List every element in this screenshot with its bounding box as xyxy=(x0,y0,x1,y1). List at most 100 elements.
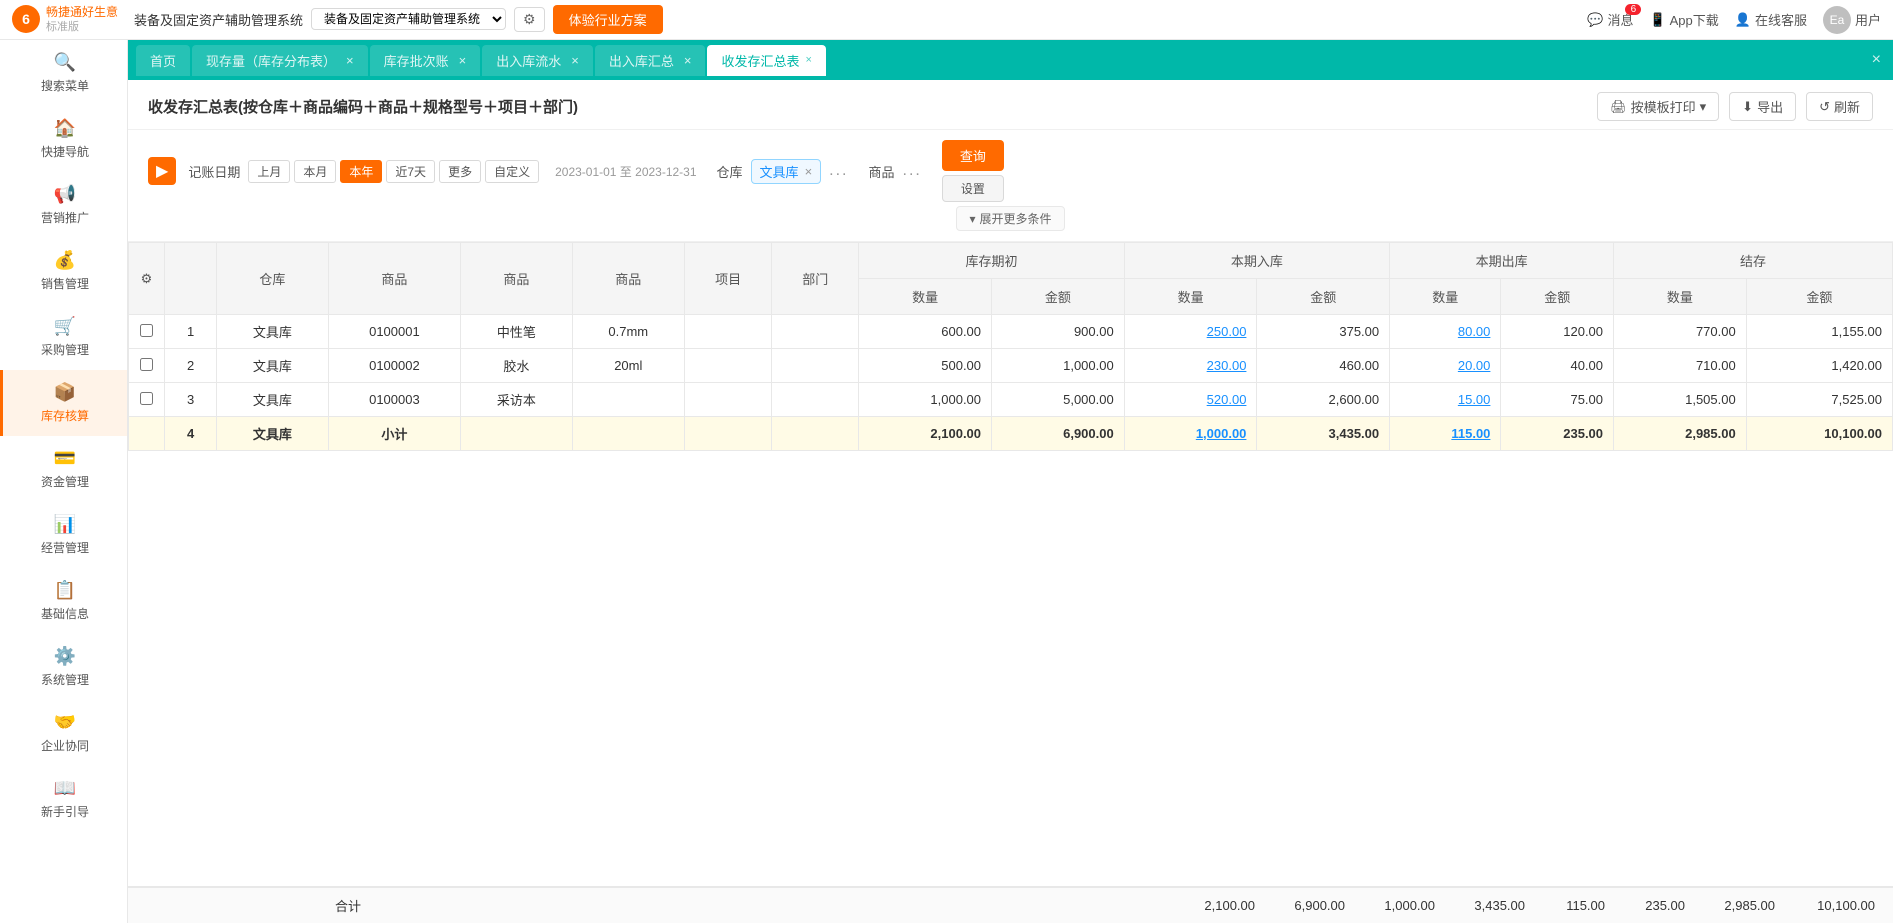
row1-in-qty[interactable]: 250.00 xyxy=(1124,315,1257,349)
app-download-item[interactable]: 📱 App下载 xyxy=(1649,10,1718,29)
row1-out-amt: 120.00 xyxy=(1501,315,1614,349)
tab-inout-flow-close[interactable]: × xyxy=(571,53,579,68)
row3-out-qty[interactable]: 15.00 xyxy=(1390,383,1501,417)
sidebar-item-enterprise[interactable]: 🤝 企业协同 xyxy=(0,700,127,766)
col-settings-header[interactable]: ⚙ xyxy=(129,243,165,315)
print-button[interactable]: 🖨 按模板打印 ▾ xyxy=(1597,92,1719,121)
row2-check[interactable] xyxy=(140,358,153,371)
footer-content: 合计 2,100.00 6,900.00 1,000.00 3,435.00 1… xyxy=(138,896,1883,915)
tab-batch-ledger[interactable]: 库存批次账 × xyxy=(370,45,481,76)
row2-out-amt: 40.00 xyxy=(1501,349,1614,383)
footer-out-qty: 115.00 xyxy=(1533,898,1613,913)
user-item[interactable]: Ea 用户 xyxy=(1823,6,1881,34)
warehouse-tag-text: 文具库 xyxy=(760,162,799,181)
row1-in-qty-link[interactable]: 250.00 xyxy=(1207,324,1247,339)
warehouse-dots[interactable]: ... xyxy=(829,162,848,180)
sidebar-item-guide[interactable]: 📖 新手引导 xyxy=(0,766,127,832)
subtotal-empty2 xyxy=(572,417,685,451)
row1-out-qty[interactable]: 80.00 xyxy=(1390,315,1501,349)
tab-stock-summary[interactable]: 收发存汇总表 × xyxy=(707,45,825,76)
row2-checkbox[interactable] xyxy=(129,349,165,383)
date-btn-custom[interactable]: 自定义 xyxy=(485,160,539,183)
expand-button[interactable]: ▾ 展开更多条件 xyxy=(956,206,1064,231)
product-dots[interactable]: ... xyxy=(903,162,922,180)
row2-code: 0100002 xyxy=(328,349,461,383)
window-close-btn[interactable]: × xyxy=(1868,47,1885,73)
row2-in-qty[interactable]: 230.00 xyxy=(1124,349,1257,383)
col-settings-icon[interactable]: ⚙ xyxy=(141,271,153,286)
row1-out-qty-link[interactable]: 80.00 xyxy=(1458,324,1491,339)
date-btn-this-month[interactable]: 本月 xyxy=(294,160,336,183)
date-btn-this-year[interactable]: 本年 xyxy=(340,160,382,183)
subtotal-in-qty-link[interactable]: 1,000.00 xyxy=(1196,426,1247,441)
export-button[interactable]: ⬇ 导出 xyxy=(1729,92,1796,121)
sidebar-item-purchase[interactable]: 🛒 采购管理 xyxy=(0,304,127,370)
search-icon: 🔍 xyxy=(54,52,76,73)
row2-in-qty-link[interactable]: 230.00 xyxy=(1207,358,1247,373)
tab-inout-summary-close[interactable]: × xyxy=(684,53,692,68)
gear-button[interactable]: ⚙ xyxy=(514,7,545,32)
warehouse-tag[interactable]: 文具库 × xyxy=(751,159,822,184)
row3-bal-qty: 1,505.00 xyxy=(1614,383,1747,417)
logo-area: 6 畅捷通好生意 标准版 xyxy=(12,5,118,35)
row2-out-qty-link[interactable]: 20.00 xyxy=(1458,358,1491,373)
export-label: 导出 xyxy=(1757,97,1783,116)
date-btn-last-month[interactable]: 上月 xyxy=(248,160,290,183)
sidebar: 🔍 搜索菜单 🏠 快捷导航 📢 营销推广 💰 销售管理 🛒 采购管理 📦 xyxy=(0,40,128,923)
query-button[interactable]: 查询 xyxy=(942,140,1004,171)
tab-inventory-dist-close[interactable]: × xyxy=(346,53,354,68)
sidebar-item-quick-nav[interactable]: 🏠 快捷导航 xyxy=(0,106,127,172)
row1-bal-qty: 770.00 xyxy=(1614,315,1747,349)
row3-in-qty[interactable]: 520.00 xyxy=(1124,383,1257,417)
date-btn-more[interactable]: 更多 xyxy=(439,160,481,183)
row3-in-qty-link[interactable]: 520.00 xyxy=(1207,392,1247,407)
filter-collapse-btn[interactable]: ▶ xyxy=(148,157,176,185)
sidebar-item-inventory[interactable]: 📦 库存核算 xyxy=(0,370,127,436)
tab-home[interactable]: 首页 xyxy=(136,45,190,76)
subtotal-out-qty-link[interactable]: 115.00 xyxy=(1451,426,1490,441)
sales-icon: 💰 xyxy=(54,250,76,271)
date-btn-7days[interactable]: 近7天 xyxy=(386,160,435,183)
tab-stock-summary-close[interactable]: × xyxy=(805,54,811,66)
tab-inout-summary[interactable]: 出入库汇总 × xyxy=(595,45,706,76)
guide-icon: 📖 xyxy=(54,778,76,799)
page-title: 收发存汇总表(按仓库＋商品编码＋商品＋规格型号＋项目＋部门) xyxy=(148,96,578,117)
online-service-label: 在线客服 xyxy=(1755,10,1807,29)
sidebar-label-system: 系统管理 xyxy=(41,671,89,688)
subtotal-warehouse: 文具库 xyxy=(217,417,328,451)
main-layout: 🔍 搜索菜单 🏠 快捷导航 📢 营销推广 💰 销售管理 🛒 采购管理 📦 xyxy=(0,40,1893,923)
home-icon: 🏠 xyxy=(54,118,76,139)
row3-checkbox[interactable] xyxy=(129,383,165,417)
row1-checkbox[interactable] xyxy=(129,315,165,349)
warehouse-tag-close[interactable]: × xyxy=(805,164,813,179)
row2-out-qty[interactable]: 20.00 xyxy=(1390,349,1501,383)
row3-out-qty-link[interactable]: 15.00 xyxy=(1458,392,1491,407)
system-select[interactable]: 装备及固定资产辅助管理系统 xyxy=(311,8,506,30)
refresh-button[interactable]: ↺ 刷新 xyxy=(1806,92,1873,121)
tab-inout-flow[interactable]: 出入库流水 × xyxy=(482,45,593,76)
notification-badge: 6 xyxy=(1625,4,1641,15)
sidebar-item-sales[interactable]: 💰 销售管理 xyxy=(0,238,127,304)
sidebar-item-marketing[interactable]: 📢 营销推广 xyxy=(0,172,127,238)
sidebar-item-operations[interactable]: 📊 经营管理 xyxy=(0,502,127,568)
sidebar-item-finance[interactable]: 💳 资金管理 xyxy=(0,436,127,502)
tab-inventory-dist[interactable]: 现存量（库存分布表） × xyxy=(192,45,368,76)
notification-item[interactable]: 💬 消息 6 xyxy=(1587,10,1633,29)
trial-button[interactable]: 体验行业方案 xyxy=(553,5,663,34)
col-in-qty-header: 数量 xyxy=(1124,279,1257,315)
product-field-group: 商品 ... xyxy=(869,162,922,181)
row3-check[interactable] xyxy=(140,392,153,405)
data-table: ⚙ 仓库 商品 商品 商品 项目 部门 库存期初 本期入库 xyxy=(128,242,1893,451)
sidebar-item-search[interactable]: 🔍 搜索菜单 xyxy=(0,40,127,106)
row1-check[interactable] xyxy=(140,324,153,337)
tab-batch-ledger-close[interactable]: × xyxy=(459,53,467,68)
logo-icon: 6 xyxy=(12,5,40,33)
col-warehouse-header: 仓库 xyxy=(217,243,328,315)
filter-fields: 记账日期 上月 本月 本年 近7天 更多 自定义 xyxy=(188,140,1873,202)
logo-char: 6 xyxy=(22,11,30,27)
settings-button[interactable]: 设置 xyxy=(942,175,1004,202)
online-service-item[interactable]: 👤 在线客服 xyxy=(1735,10,1807,29)
sidebar-item-system[interactable]: ⚙️ 系统管理 xyxy=(0,634,127,700)
tab-bar: 首页 现存量（库存分布表） × 库存批次账 × 出入库流水 × 出入库汇总 × xyxy=(128,40,1893,80)
sidebar-item-basic-info[interactable]: 📋 基础信息 xyxy=(0,568,127,634)
